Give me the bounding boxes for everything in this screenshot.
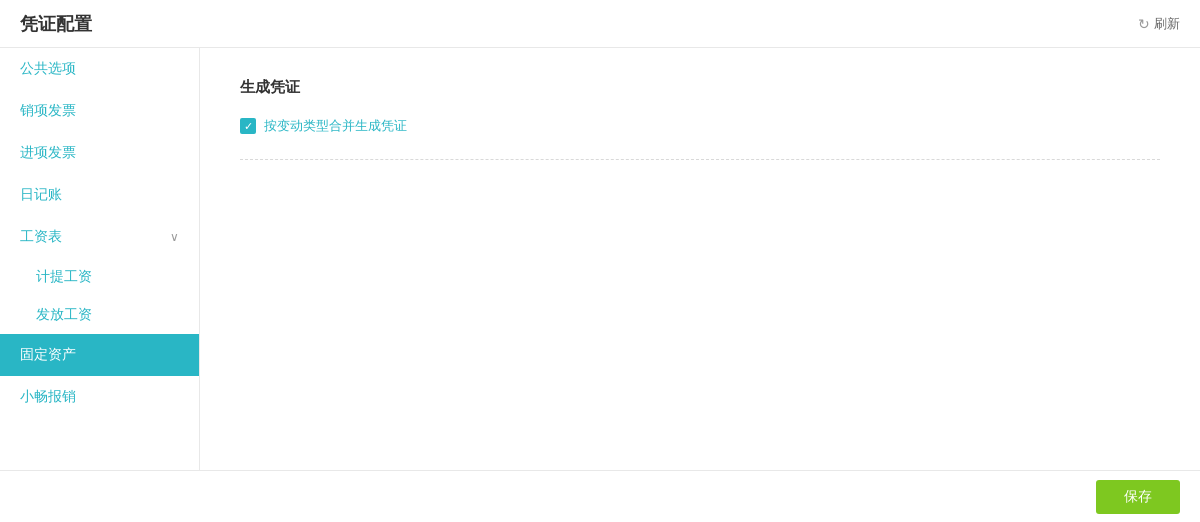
refresh-button[interactable]: ↻ 刷新 bbox=[1138, 15, 1180, 33]
header: 凭证配置 ↻ 刷新 bbox=[0, 0, 1200, 48]
sidebar-item-public-label: 公共选项 bbox=[20, 60, 76, 78]
sidebar-item-payroll-pay-label: 发放工资 bbox=[36, 306, 92, 322]
sidebar-item-sales-invoice-label: 销项发票 bbox=[20, 102, 76, 120]
refresh-label: 刷新 bbox=[1154, 15, 1180, 33]
check-mark-icon: ✓ bbox=[244, 120, 253, 133]
sidebar-item-purchase-invoice-label: 进项发票 bbox=[20, 144, 76, 162]
merge-checkbox-label[interactable]: 按变动类型合并生成凭证 bbox=[264, 117, 407, 135]
chevron-down-icon: ∨ bbox=[170, 230, 179, 244]
sidebar-item-payroll-calc[interactable]: 计提工资 bbox=[0, 258, 199, 296]
sidebar-item-purchase-invoice[interactable]: 进项发票 bbox=[0, 132, 199, 174]
page-title: 凭证配置 bbox=[20, 12, 92, 36]
sidebar-item-journal[interactable]: 日记账 bbox=[0, 174, 199, 216]
checkbox-row: ✓ 按变动类型合并生成凭证 bbox=[240, 117, 1160, 135]
sidebar-item-fixed-assets[interactable]: 固定资产 bbox=[0, 334, 199, 376]
save-button[interactable]: 保存 bbox=[1096, 480, 1180, 514]
sidebar-item-public[interactable]: 公共选项 bbox=[0, 48, 199, 90]
content-area: 生成凭证 ✓ 按变动类型合并生成凭证 bbox=[200, 48, 1200, 470]
section-divider bbox=[240, 159, 1160, 160]
sidebar: 公共选项 销项发票 进项发票 日记账 工资表 ∨ 计提工资 发放工资 固定资产 … bbox=[0, 48, 200, 470]
sidebar-item-expense-label: 小畅报销 bbox=[20, 388, 76, 406]
sidebar-item-expense[interactable]: 小畅报销 bbox=[0, 376, 199, 418]
footer: 保存 bbox=[0, 470, 1200, 522]
sidebar-item-sales-invoice[interactable]: 销项发票 bbox=[0, 90, 199, 132]
sidebar-item-payroll-label: 工资表 bbox=[20, 228, 62, 246]
sidebar-item-payroll-pay[interactable]: 发放工资 bbox=[0, 296, 199, 334]
sidebar-item-fixed-assets-label: 固定资产 bbox=[20, 346, 76, 364]
sidebar-item-journal-label: 日记账 bbox=[20, 186, 62, 204]
main-layout: 公共选项 销项发票 进项发票 日记账 工资表 ∨ 计提工资 发放工资 固定资产 … bbox=[0, 48, 1200, 470]
sidebar-item-payroll[interactable]: 工资表 ∨ bbox=[0, 216, 199, 258]
section-title: 生成凭证 bbox=[240, 78, 1160, 97]
sidebar-item-payroll-calc-label: 计提工资 bbox=[36, 268, 92, 284]
refresh-icon: ↻ bbox=[1138, 16, 1150, 32]
merge-checkbox[interactable]: ✓ bbox=[240, 118, 256, 134]
